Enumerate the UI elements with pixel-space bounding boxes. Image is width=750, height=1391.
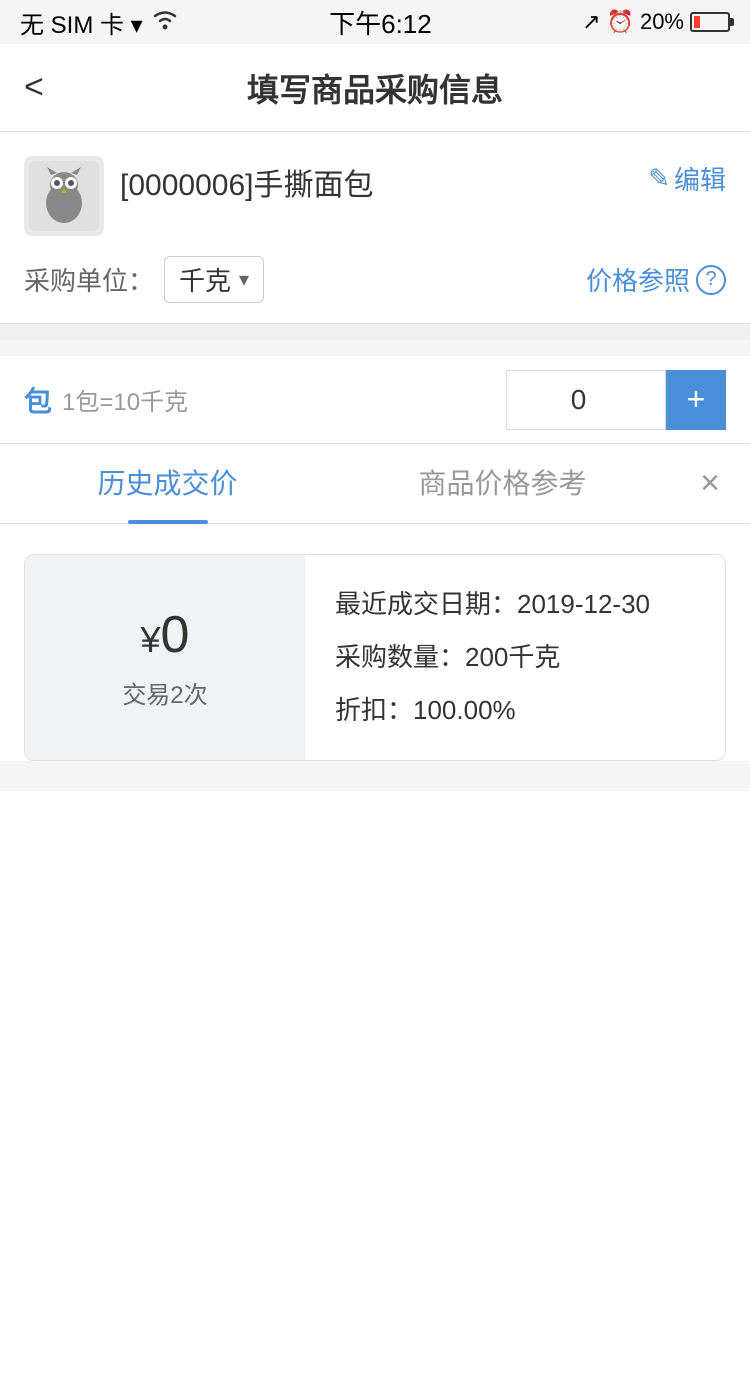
tabs-section: 历史成交价 商品价格参考 × ¥0 交易2次 最近成交日期：2019-12-30… [0,444,750,761]
unit-label: 采购单位： [24,261,154,298]
price-ref-button[interactable]: 价格参照 ? [586,261,726,298]
package-label: 包 [24,380,52,420]
status-right: ↗ ⏰ 20% [582,9,730,35]
price-amount: 0 [161,606,190,664]
product-section: [0000006]手撕面包 ✎ 编辑 采购单位： 千克 ▾ 价格参照 ? [0,132,750,324]
wifi-icon [151,8,179,37]
product-logo [24,156,104,236]
unit-value: 千克 [179,261,231,298]
unit-select[interactable]: 千克 ▾ [164,256,264,303]
edit-label: 编辑 [674,160,726,197]
section-divider [0,324,750,340]
quantity-input[interactable] [506,370,666,430]
last-trade-date: 最近成交日期：2019-12-30 [335,585,695,624]
nav-bar: < 填写商品采购信息 [0,44,750,132]
status-left: 无 SIM 卡 ▾ [20,5,179,40]
price-currency: ¥ [141,619,161,660]
bottom-space [0,791,750,1391]
alarm-icon: ⏰ [607,9,634,35]
back-button[interactable]: < [24,68,44,107]
tab-underline [128,520,208,524]
product-header: [0000006]手撕面包 ✎ 编辑 [24,156,726,236]
package-ratio: 1包=10千克 [62,382,188,417]
battery-icon [690,12,730,32]
package-row: 包 1包=10千克 + [0,356,750,444]
unit-arrow-icon: ▾ [239,267,249,292]
product-unit-row: 采购单位： 千克 ▾ 价格参照 ? [24,256,726,303]
status-time: 下午6:12 [329,4,432,41]
status-bar: 无 SIM 卡 ▾ 下午6:12 ↗ ⏰ 20% [0,0,750,44]
battery-percent: 20% [640,9,684,35]
price-display: ¥0 [141,605,190,665]
edit-icon: ✎ [648,163,670,194]
price-ref-label: 价格参照 [586,261,690,298]
tab-history-price[interactable]: 历史成交价 [0,444,335,524]
page-title: 填写商品采购信息 [247,65,503,111]
product-left: [0000006]手撕面包 [24,156,373,236]
trade-count: 交易2次 [122,675,207,710]
package-left: 包 1包=10千克 [24,380,188,420]
edit-button[interactable]: ✎ 编辑 [648,160,726,197]
price-card: ¥0 交易2次 最近成交日期：2019-12-30 采购数量：200千克 折扣：… [24,554,726,761]
location-icon: ↗ [582,9,600,35]
sim-label: 无 SIM 卡 ▾ [20,5,143,40]
purchase-qty: 采购数量：200千克 [335,638,695,677]
tab-close-button[interactable]: × [670,444,750,524]
price-ref-help-icon: ? [696,265,726,295]
product-name: [0000006]手撕面包 [120,160,373,204]
tabs-header: 历史成交价 商品价格参考 × [0,444,750,524]
discount: 折扣：100.00% [335,691,695,730]
tab-product-price-ref[interactable]: 商品价格参考 [335,444,670,524]
quantity-plus-button[interactable]: + [666,370,726,430]
price-card-left: ¥0 交易2次 [25,555,305,760]
price-card-right: 最近成交日期：2019-12-30 采购数量：200千克 折扣：100.00% [305,555,725,760]
quantity-control: + [506,370,726,430]
